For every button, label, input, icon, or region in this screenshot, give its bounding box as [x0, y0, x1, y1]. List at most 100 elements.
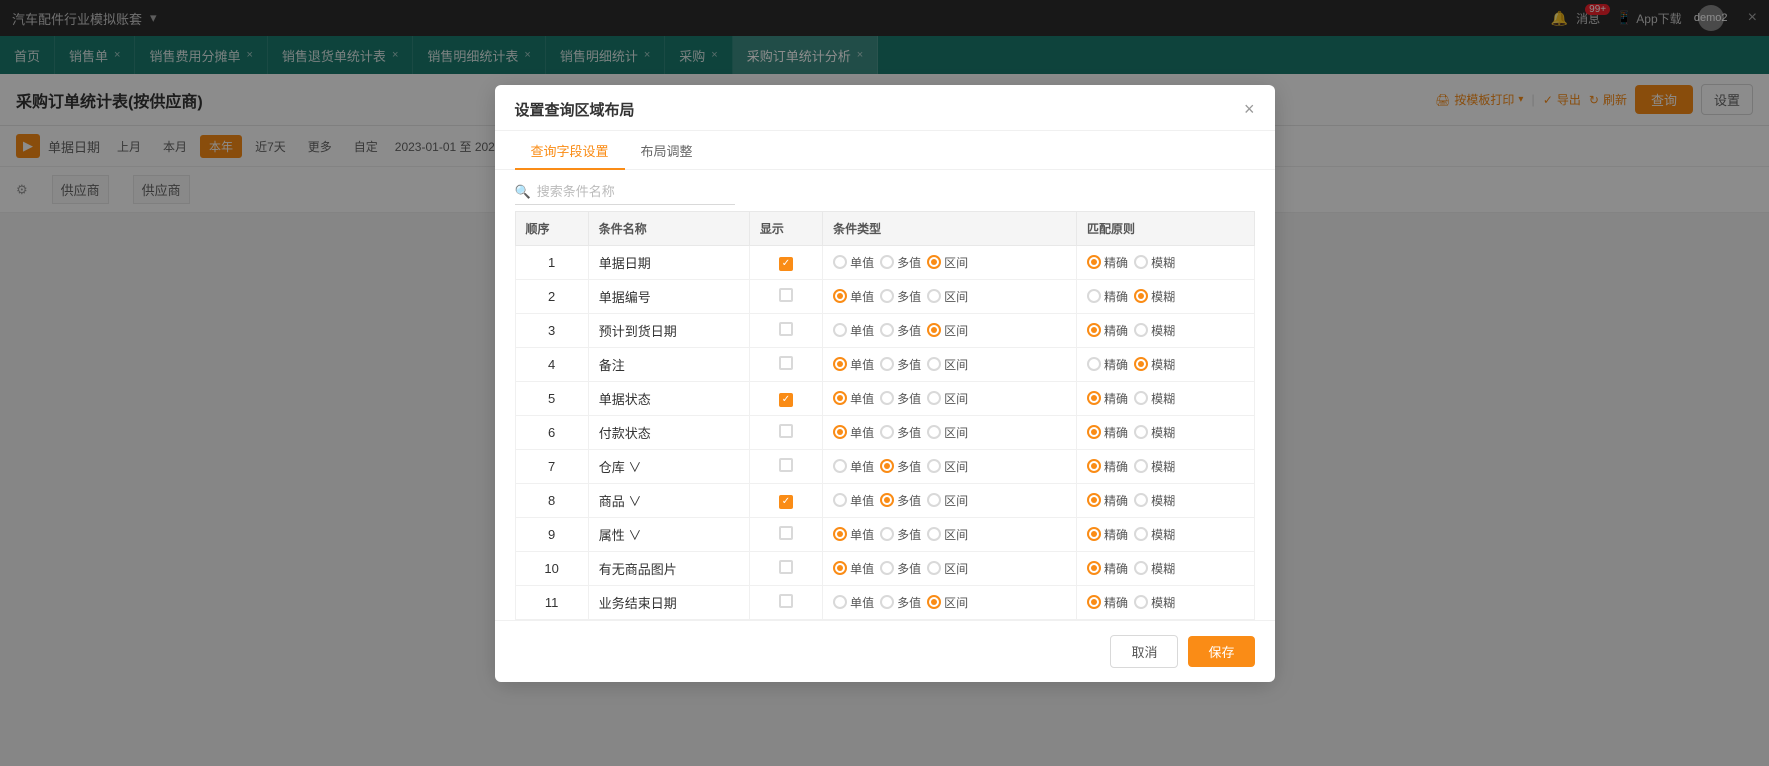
radio-match-精确[interactable]: 精确	[1087, 594, 1128, 611]
dialog-close-button[interactable]: ×	[1244, 100, 1255, 118]
radio-type-多值[interactable]: 多值	[880, 356, 921, 373]
cell-show[interactable]	[749, 449, 822, 483]
radio-match-精确[interactable]: 精确	[1087, 322, 1128, 339]
show-checkbox[interactable]	[779, 257, 793, 271]
search-icon: 🔍	[515, 184, 531, 200]
radio-type-单值[interactable]: 单值	[833, 594, 874, 611]
radio-type-单值[interactable]: 单值	[833, 526, 874, 543]
radio-match-模糊[interactable]: 模糊	[1134, 526, 1175, 543]
radio-circle	[833, 425, 847, 439]
cell-show[interactable]	[749, 415, 822, 449]
table-row: 4备注单值多值区间精确模糊	[515, 347, 1254, 381]
radio-match-精确[interactable]: 精确	[1087, 526, 1128, 543]
cell-show[interactable]	[749, 279, 822, 313]
radio-match-模糊[interactable]: 模糊	[1134, 492, 1175, 509]
radio-type-单值[interactable]: 单值	[833, 254, 874, 271]
cell-show[interactable]	[749, 551, 822, 585]
radio-match-模糊[interactable]: 模糊	[1134, 322, 1175, 339]
radio-circle	[1087, 255, 1101, 269]
radio-type-单值[interactable]: 单值	[833, 458, 874, 475]
radio-type-多值[interactable]: 多值	[880, 390, 921, 407]
search-input[interactable]	[537, 184, 735, 199]
radio-type-多值[interactable]: 多值	[880, 526, 921, 543]
radio-circle	[1134, 391, 1148, 405]
radio-circle	[880, 323, 894, 337]
radio-match-精确[interactable]: 精确	[1087, 356, 1128, 373]
cell-name: 单据状态	[588, 381, 749, 415]
show-checkbox[interactable]	[779, 560, 793, 574]
cell-show[interactable]	[749, 381, 822, 415]
radio-circle	[833, 459, 847, 473]
radio-circle	[880, 357, 894, 371]
cell-show[interactable]	[749, 585, 822, 619]
show-checkbox[interactable]	[779, 594, 793, 608]
radio-type-单值[interactable]: 单值	[833, 390, 874, 407]
radio-circle	[833, 595, 847, 609]
cancel-button[interactable]: 取消	[1110, 635, 1178, 668]
radio-match-模糊[interactable]: 模糊	[1134, 594, 1175, 611]
radio-circle	[1087, 527, 1101, 541]
radio-type-多值[interactable]: 多值	[880, 594, 921, 611]
radio-match-模糊[interactable]: 模糊	[1134, 254, 1175, 271]
radio-match-模糊[interactable]: 模糊	[1134, 288, 1175, 305]
radio-type-多值[interactable]: 多值	[880, 254, 921, 271]
show-checkbox[interactable]	[779, 526, 793, 540]
radio-type-区间[interactable]: 区间	[927, 526, 968, 543]
radio-match-精确[interactable]: 精确	[1087, 424, 1128, 441]
radio-type-单值[interactable]: 单值	[833, 424, 874, 441]
radio-match-精确[interactable]: 精确	[1087, 390, 1128, 407]
radio-type-区间[interactable]: 区间	[927, 390, 968, 407]
cell-show[interactable]	[749, 245, 822, 279]
radio-match-模糊[interactable]: 模糊	[1134, 390, 1175, 407]
show-checkbox[interactable]	[779, 424, 793, 438]
radio-type-多值[interactable]: 多值	[880, 492, 921, 509]
show-checkbox[interactable]	[779, 495, 793, 509]
radio-type-单值[interactable]: 单值	[833, 322, 874, 339]
cell-order: 3	[515, 313, 588, 347]
radio-match-精确[interactable]: 精确	[1087, 288, 1128, 305]
show-checkbox[interactable]	[779, 322, 793, 336]
cell-show[interactable]	[749, 313, 822, 347]
radio-match-精确[interactable]: 精确	[1087, 560, 1128, 577]
show-checkbox[interactable]	[779, 288, 793, 302]
radio-match-精确[interactable]: 精确	[1087, 458, 1128, 475]
cell-order: 8	[515, 483, 588, 517]
cell-show[interactable]	[749, 517, 822, 551]
radio-type-区间[interactable]: 区间	[927, 424, 968, 441]
radio-match-模糊[interactable]: 模糊	[1134, 424, 1175, 441]
show-checkbox[interactable]	[779, 393, 793, 407]
save-button[interactable]: 保存	[1188, 636, 1254, 667]
radio-type-区间[interactable]: 区间	[927, 356, 968, 373]
show-checkbox[interactable]	[779, 458, 793, 472]
radio-type-区间[interactable]: 区间	[927, 288, 968, 305]
radio-type-区间[interactable]: 区间	[927, 322, 968, 339]
radio-circle	[880, 561, 894, 575]
radio-type-多值[interactable]: 多值	[880, 560, 921, 577]
radio-type-多值[interactable]: 多值	[880, 458, 921, 475]
table-row: 9属性 ∨单值多值区间精确模糊	[515, 517, 1254, 551]
show-checkbox[interactable]	[779, 356, 793, 370]
radio-match-模糊[interactable]: 模糊	[1134, 356, 1175, 373]
cell-show[interactable]	[749, 483, 822, 517]
radio-type-单值[interactable]: 单值	[833, 356, 874, 373]
radio-type-区间[interactable]: 区间	[927, 594, 968, 611]
radio-type-多值[interactable]: 多值	[880, 424, 921, 441]
radio-type-区间[interactable]: 区间	[927, 492, 968, 509]
cell-show[interactable]	[749, 347, 822, 381]
radio-type-多值[interactable]: 多值	[880, 322, 921, 339]
radio-circle	[1134, 289, 1148, 303]
radio-type-区间[interactable]: 区间	[927, 560, 968, 577]
radio-match-精确[interactable]: 精确	[1087, 492, 1128, 509]
radio-type-单值[interactable]: 单值	[833, 288, 874, 305]
radio-match-精确[interactable]: 精确	[1087, 254, 1128, 271]
dialog-tab-layout[interactable]: 布局调整	[625, 131, 709, 170]
radio-type-单值[interactable]: 单值	[833, 492, 874, 509]
radio-type-单值[interactable]: 单值	[833, 560, 874, 577]
radio-match-模糊[interactable]: 模糊	[1134, 458, 1175, 475]
radio-type-区间[interactable]: 区间	[927, 254, 968, 271]
dialog-tab-query-fields[interactable]: 查询字段设置	[515, 131, 625, 170]
radio-match-模糊[interactable]: 模糊	[1134, 560, 1175, 577]
radio-type-区间[interactable]: 区间	[927, 458, 968, 475]
table-row: 1单据日期单值多值区间精确模糊	[515, 245, 1254, 279]
radio-type-多值[interactable]: 多值	[880, 288, 921, 305]
